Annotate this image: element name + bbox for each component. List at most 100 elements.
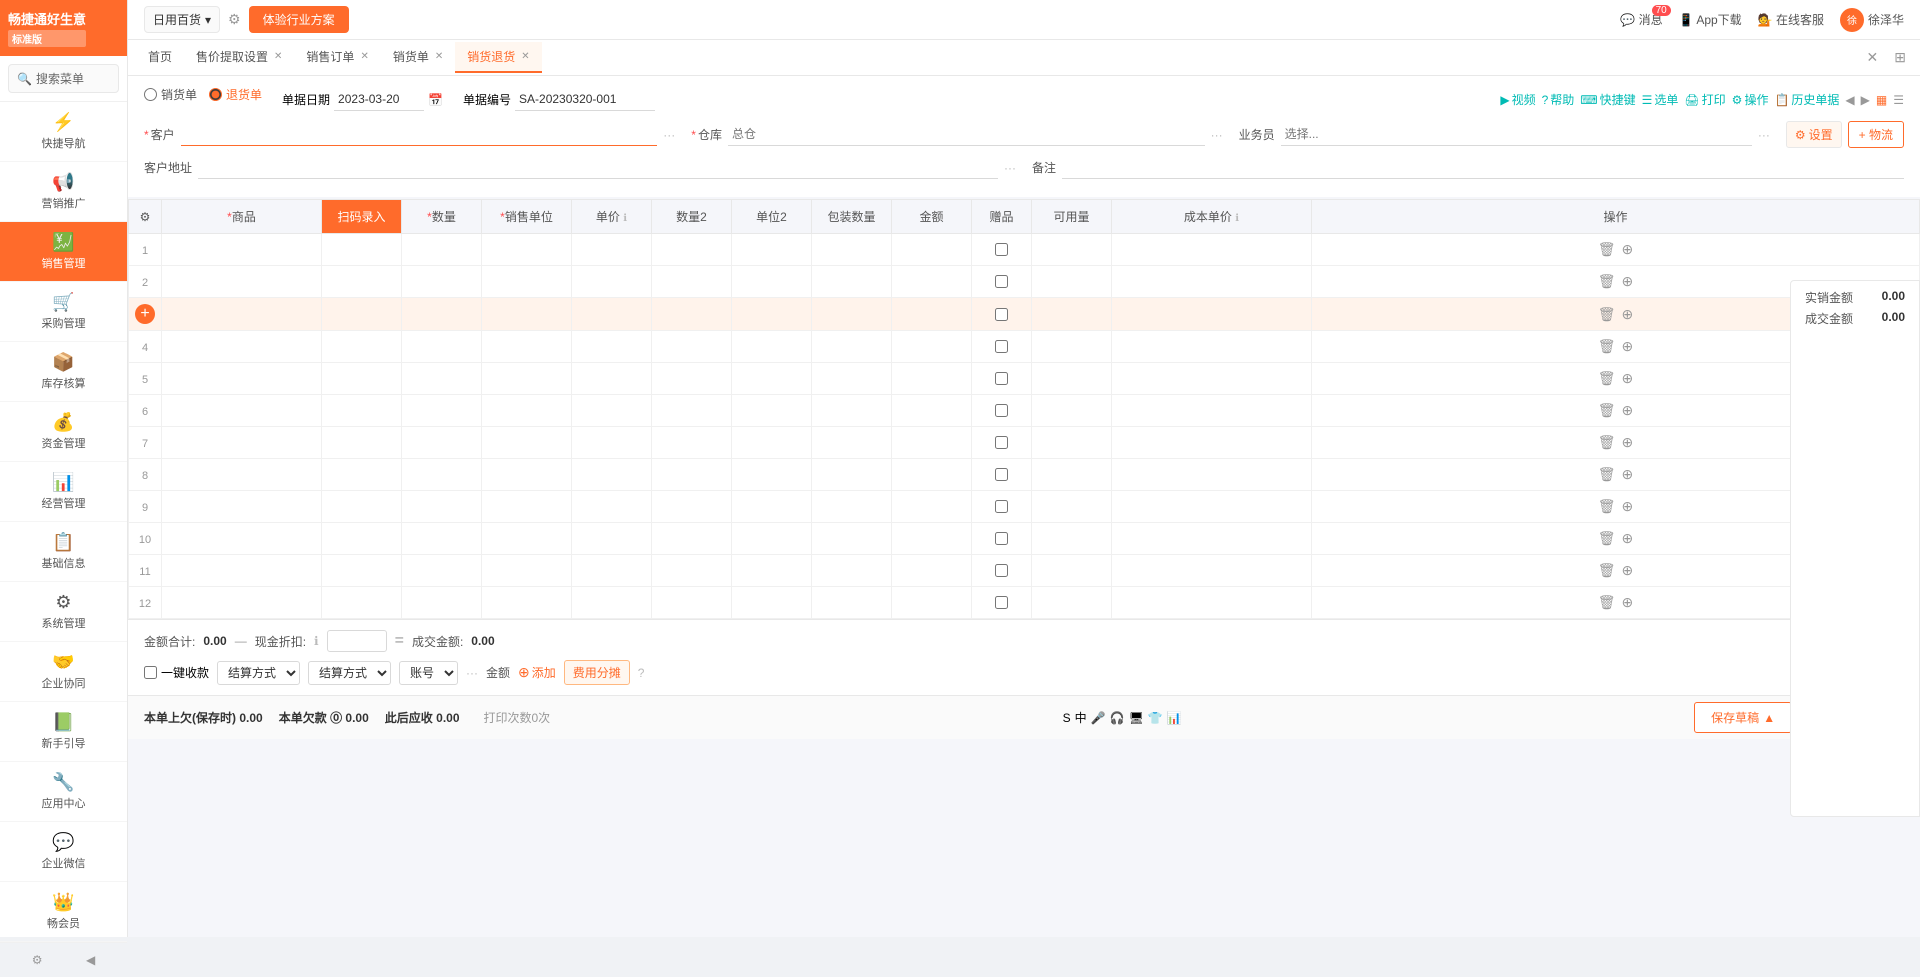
- product-cell[interactable]: [162, 266, 322, 298]
- tab-close-icon[interactable]: ✕: [521, 51, 529, 62]
- one-click-checkbox[interactable]: [144, 666, 157, 679]
- amount-cell[interactable]: [892, 234, 972, 266]
- delete-icon[interactable]: 🗑: [1598, 338, 1616, 355]
- sidebar-item-sales[interactable]: 💹 销售管理: [0, 222, 127, 282]
- copy-icon[interactable]: ⊕: [1622, 466, 1634, 483]
- sidebar-item-inventory[interactable]: 📦 库存核算: [0, 342, 127, 402]
- copy-icon[interactable]: ⊕: [1622, 402, 1634, 419]
- delete-icon[interactable]: 🗑: [1598, 530, 1616, 547]
- video-btn[interactable]: ▶ 视频: [1500, 91, 1535, 108]
- next-btn[interactable]: ▶: [1861, 93, 1870, 107]
- mic-icon[interactable]: 🎤: [1091, 711, 1106, 725]
- history-btn[interactable]: 📋 历史单据: [1774, 91, 1839, 108]
- delete-icon[interactable]: 🗑: [1598, 273, 1616, 290]
- copy-icon[interactable]: ⊕: [1622, 498, 1634, 515]
- gift-checkbox[interactable]: [995, 436, 1008, 449]
- sidebar-item-marketing[interactable]: 📢 营销推广: [0, 162, 127, 222]
- shirt-icon[interactable]: 👕: [1148, 711, 1163, 725]
- address-more-icon[interactable]: ···: [1004, 161, 1016, 175]
- discount-info-icon[interactable]: ℹ: [314, 634, 319, 648]
- tab-sales-order[interactable]: 销售订单 ✕: [294, 42, 380, 73]
- delete-icon[interactable]: 🗑: [1598, 370, 1616, 387]
- radio-return-input[interactable]: [209, 88, 222, 101]
- delete-icon[interactable]: 🗑: [1598, 466, 1616, 483]
- sidebar-item-quick[interactable]: ⚡ 快捷导航: [0, 102, 127, 162]
- price-cell[interactable]: [572, 234, 652, 266]
- pack-qty-cell[interactable]: [812, 234, 892, 266]
- message-btn[interactable]: 💬 消息 70: [1620, 11, 1662, 28]
- col-gear-icon[interactable]: ⚙: [140, 210, 151, 224]
- user-menu[interactable]: 徐 徐泽华: [1840, 8, 1904, 32]
- app-download-btn[interactable]: 📱 App下载: [1679, 11, 1742, 28]
- gift-checkbox[interactable]: [995, 372, 1008, 385]
- sidebar-item-member[interactable]: 👑 畅会员: [0, 882, 127, 942]
- col-gear[interactable]: ⚙: [129, 200, 162, 234]
- sidebar-item-purchase[interactable]: 🛒 采购管理: [0, 282, 127, 342]
- prev-btn[interactable]: ◀: [1845, 93, 1854, 107]
- add-row-btn[interactable]: +: [135, 304, 155, 324]
- delete-icon[interactable]: 🗑: [1598, 498, 1616, 515]
- copy-icon[interactable]: ⊕: [1622, 530, 1634, 547]
- gift-checkbox[interactable]: [995, 532, 1008, 545]
- product-input[interactable]: [168, 307, 315, 321]
- gift-checkbox[interactable]: [995, 500, 1008, 513]
- unit2-cell[interactable]: [732, 234, 812, 266]
- tab-close-icon[interactable]: ✕: [435, 51, 443, 62]
- delete-icon[interactable]: 🗑: [1598, 594, 1616, 611]
- sidebar-item-operation[interactable]: 📊 经营管理: [0, 462, 127, 522]
- gift-cell[interactable]: [972, 234, 1032, 266]
- headset-icon[interactable]: 🎧: [1110, 711, 1125, 725]
- tab-price-extract[interactable]: 售价提取设置 ✕: [184, 42, 294, 73]
- gift-checkbox[interactable]: [995, 275, 1008, 288]
- sidebar-item-system[interactable]: ⚙ 系统管理: [0, 582, 127, 642]
- delete-icon[interactable]: 🗑: [1598, 402, 1616, 419]
- settings-icon[interactable]: ⚙: [32, 953, 43, 967]
- zh-icon[interactable]: 中: [1075, 709, 1087, 726]
- delete-icon[interactable]: 🗑: [1598, 306, 1616, 323]
- sidebar-item-apps[interactable]: 🔧 应用中心: [0, 762, 127, 822]
- address-input[interactable]: [198, 156, 998, 179]
- col-scan[interactable]: 扫码录入: [322, 200, 402, 234]
- close-tab-btn[interactable]: ✕: [1861, 47, 1885, 68]
- add-logistics-btn[interactable]: + 物流: [1848, 121, 1904, 148]
- help-btn[interactable]: ? 帮助: [1542, 91, 1575, 108]
- chart-icon[interactable]: 📊: [1167, 711, 1182, 725]
- table-container[interactable]: ⚙ *商品 扫码录入 *数量 *销售单位 单价 ℹ 数量2 单位2 包装数量: [128, 199, 1920, 619]
- calendar-icon[interactable]: 📅: [428, 93, 443, 107]
- unit-cell[interactable]: [482, 234, 572, 266]
- list-view-btn[interactable]: ☰: [1893, 93, 1904, 107]
- account-select[interactable]: 账号: [399, 661, 458, 685]
- sidebar-item-finance[interactable]: 💰 资金管理: [0, 402, 127, 462]
- gift-checkbox[interactable]: [995, 308, 1008, 321]
- calc-method-select[interactable]: 结算方式: [308, 661, 391, 685]
- setting-btn[interactable]: ⚙ 设置: [1786, 121, 1842, 148]
- gear-icon[interactable]: ⚙: [228, 11, 241, 28]
- copy-icon[interactable]: ⊕: [1622, 594, 1634, 611]
- grid-view-btn[interactable]: ▦: [1876, 93, 1887, 107]
- sidebar-search[interactable]: 🔍 搜索菜单: [0, 56, 127, 102]
- docno-input[interactable]: [515, 88, 655, 111]
- payment-method-select[interactable]: 结算方式: [217, 661, 300, 685]
- qty2-cell[interactable]: [652, 234, 732, 266]
- cost-cell[interactable]: [1112, 234, 1312, 266]
- trial-btn[interactable]: 体验行业方案: [249, 6, 349, 33]
- product-input-cell[interactable]: [162, 298, 322, 331]
- select-btn[interactable]: ☰ 选单: [1642, 91, 1679, 108]
- customer-more-icon[interactable]: ···: [663, 128, 675, 142]
- radio-return[interactable]: 退货单: [209, 86, 262, 103]
- tab-sales[interactable]: 销货单 ✕: [381, 42, 455, 73]
- one-click-payment[interactable]: 一键收款: [144, 664, 209, 681]
- shortcut-btn[interactable]: ⌨ 快捷键: [1580, 91, 1635, 108]
- copy-icon[interactable]: ⊕: [1622, 273, 1634, 290]
- tab-home[interactable]: 首页: [136, 42, 184, 73]
- tab-sales-return[interactable]: 销货退货 ✕: [455, 42, 541, 73]
- tab-close-icon[interactable]: ✕: [274, 51, 282, 62]
- monitor-icon[interactable]: 🖥: [1129, 711, 1144, 725]
- gift-checkbox[interactable]: [995, 243, 1008, 256]
- copy-icon[interactable]: ⊕: [1622, 434, 1634, 451]
- add-row-cell[interactable]: +: [129, 298, 162, 331]
- delete-icon[interactable]: 🗑: [1598, 562, 1616, 579]
- add-payment-btn[interactable]: ⊕ 添加: [518, 664, 556, 681]
- radio-sales[interactable]: 销货单: [144, 86, 197, 103]
- save-draft-btn[interactable]: 保存草稿 ▲: [1694, 702, 1792, 733]
